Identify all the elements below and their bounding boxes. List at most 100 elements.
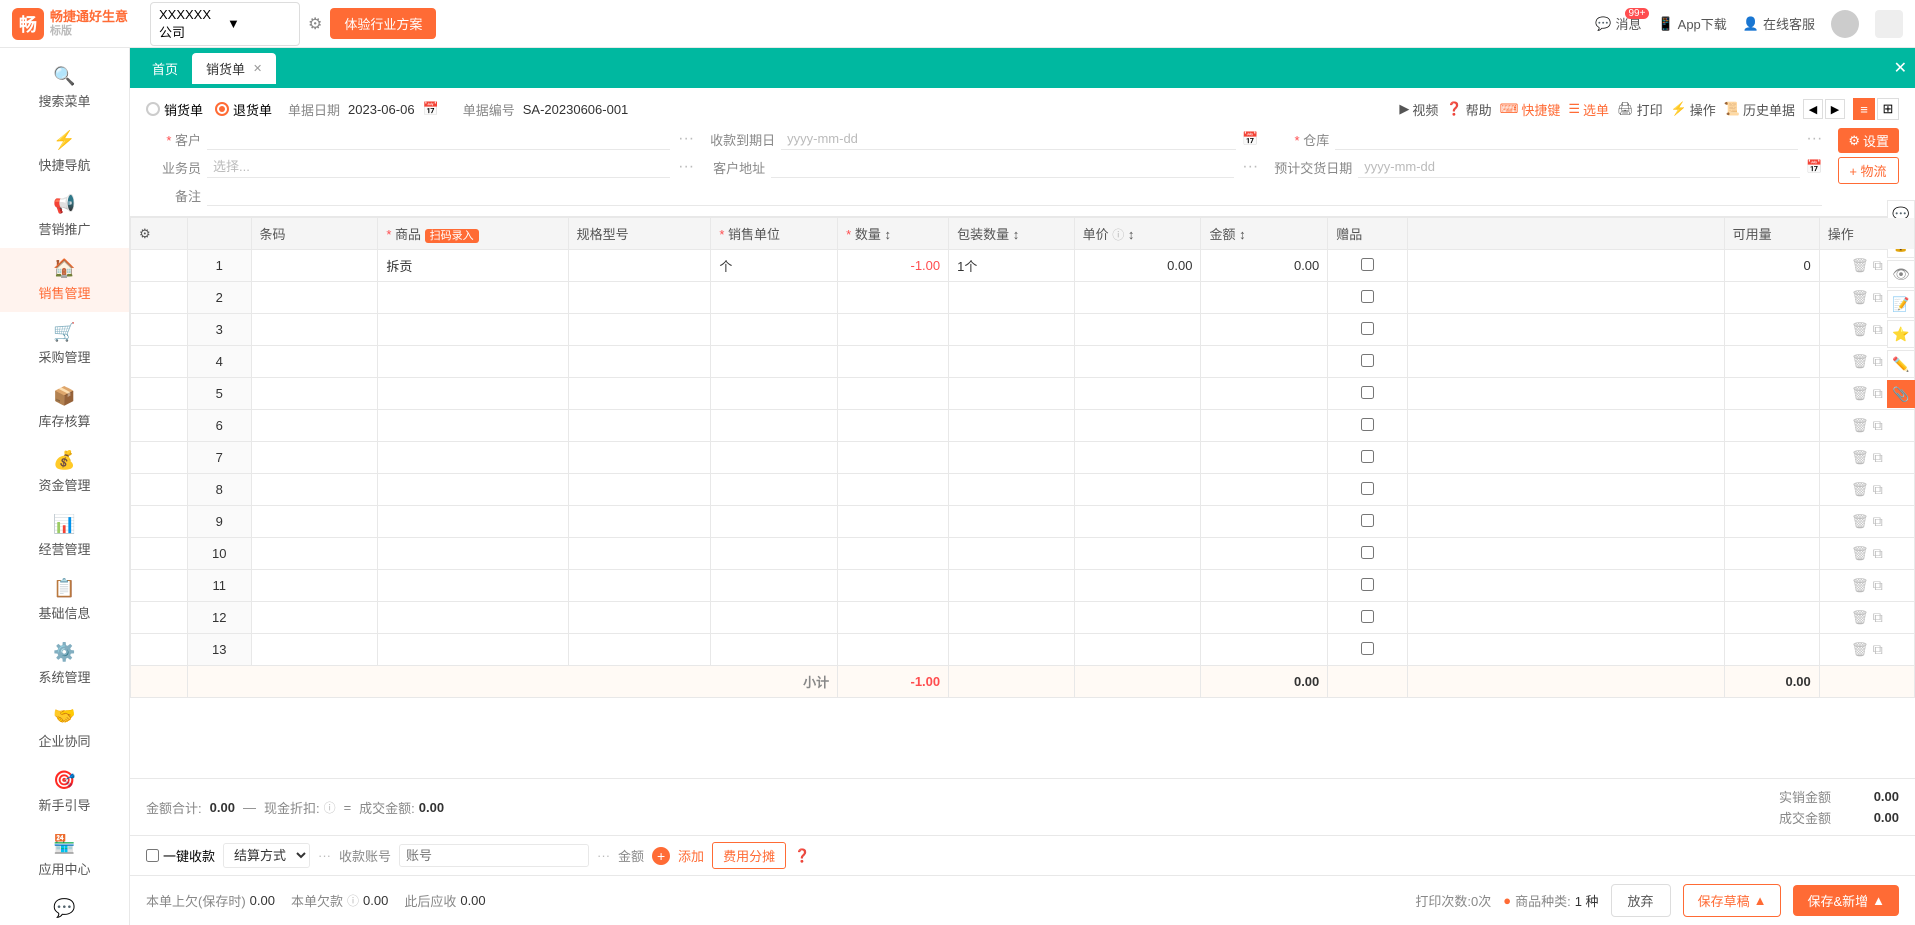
- scan-button[interactable]: 扫码录入: [425, 229, 479, 243]
- gift-checkbox[interactable]: [1361, 386, 1374, 399]
- float-btn-star[interactable]: ⭐: [1887, 320, 1915, 348]
- radio-sales[interactable]: 销货单: [146, 100, 203, 119]
- copy-icon[interactable]: ⧉: [1873, 513, 1883, 530]
- gift-checkbox[interactable]: [1361, 418, 1374, 431]
- radio-return[interactable]: 退货单: [215, 100, 272, 119]
- warehouse-input[interactable]: 建材仓: [1335, 128, 1798, 150]
- delete-icon[interactable]: 🗑: [1851, 417, 1869, 434]
- copy-icon[interactable]: ⧉: [1873, 385, 1883, 402]
- customer-address-input[interactable]: [771, 156, 1234, 178]
- toolbar-history[interactable]: 📜 历史单据: [1724, 100, 1795, 119]
- sidebar-item-operation[interactable]: 📊 经营管理: [0, 504, 129, 568]
- sidebar-item-appstore[interactable]: 🏪 应用中心: [0, 824, 129, 888]
- tab-close-icon[interactable]: ✕: [253, 62, 262, 75]
- calendar-icon-delivery[interactable]: 📅: [1806, 159, 1822, 175]
- toolbar-print[interactable]: 🖨 打印: [1617, 100, 1663, 119]
- sort-icon-pack[interactable]: ↕: [1013, 227, 1020, 242]
- sidebar-item-search[interactable]: 🔍 搜索菜单: [0, 56, 129, 120]
- sidebar-item-sales[interactable]: 🏠 销售管理: [0, 248, 129, 312]
- sidebar-item-purchase[interactable]: 🛒 采购管理: [0, 312, 129, 376]
- delete-icon[interactable]: 🗑: [1851, 577, 1869, 594]
- copy-icon[interactable]: ⧉: [1873, 609, 1883, 626]
- delete-icon-1[interactable]: 🗑: [1851, 257, 1869, 274]
- tab-home[interactable]: 首页: [138, 53, 192, 84]
- toolbar-select[interactable]: ☰ 选单: [1568, 100, 1609, 119]
- view-list-btn[interactable]: ≡: [1853, 98, 1875, 120]
- save-new-button[interactable]: 保存&新增 ▲: [1793, 885, 1899, 916]
- float-btn-edit[interactable]: ✏️: [1887, 350, 1915, 378]
- setting-button[interactable]: ⚙ 设置: [1838, 128, 1899, 153]
- sidebar-item-inventory[interactable]: 📦 库存核算: [0, 376, 129, 440]
- copy-icon[interactable]: ⧉: [1873, 449, 1883, 466]
- delete-icon[interactable]: 🗑: [1851, 641, 1869, 658]
- due-date-input[interactable]: [781, 128, 1236, 150]
- gift-checkbox[interactable]: [1361, 290, 1374, 303]
- sidebar-item-system[interactable]: ⚙️ 系统管理: [0, 632, 129, 696]
- salesperson-input[interactable]: [207, 156, 670, 178]
- row-price-1[interactable]: 0.00: [1074, 250, 1201, 282]
- message-item[interactable]: 💬 消息 99+: [1595, 14, 1641, 33]
- copy-icon[interactable]: ⧉: [1873, 353, 1883, 370]
- quick-pay-label[interactable]: 一键收款: [146, 846, 215, 865]
- row-desc-1[interactable]: [1407, 250, 1724, 282]
- tab-sales-order[interactable]: 销货单 ✕: [192, 53, 276, 84]
- expected-delivery-input[interactable]: [1358, 156, 1800, 178]
- payment-method-select[interactable]: 结算方式: [223, 843, 310, 868]
- toolbar-video[interactable]: ▶ 视频: [1399, 100, 1438, 119]
- delete-icon[interactable]: 🗑: [1851, 321, 1869, 338]
- copy-icon[interactable]: ⧉: [1873, 321, 1883, 338]
- toolbar-help[interactable]: ❓ 帮助: [1446, 100, 1491, 119]
- toolbar-shortcut[interactable]: ⌨ 快捷键: [1500, 100, 1561, 119]
- delete-icon[interactable]: 🗑: [1851, 609, 1869, 626]
- float-btn-note[interactable]: 📝: [1887, 290, 1915, 318]
- warehouse-dots[interactable]: ···: [1806, 130, 1822, 148]
- sidebar-item-basic[interactable]: 📋 基础信息: [0, 568, 129, 632]
- copy-icon-1[interactable]: ⧉: [1873, 257, 1883, 274]
- quick-pay-checkbox[interactable]: [146, 849, 159, 862]
- sidebar-item-wechat[interactable]: 💬 企业微信: [0, 888, 129, 925]
- copy-icon[interactable]: ⧉: [1873, 481, 1883, 498]
- copy-icon[interactable]: ⧉: [1873, 545, 1883, 562]
- copy-icon[interactable]: ⧉: [1873, 577, 1883, 594]
- add-payment-button[interactable]: +: [652, 847, 670, 865]
- customer-dots[interactable]: ···: [678, 130, 694, 148]
- row-amount-1[interactable]: 0.00: [1201, 250, 1328, 282]
- table-settings-icon[interactable]: ⚙: [139, 226, 151, 241]
- delete-icon[interactable]: 🗑: [1851, 385, 1869, 402]
- delete-icon[interactable]: 🗑: [1851, 289, 1869, 306]
- gift-checkbox[interactable]: [1361, 514, 1374, 527]
- sort-icon-qty[interactable]: ↕: [884, 227, 891, 242]
- arrears-info-icon[interactable]: ⓘ: [347, 892, 359, 909]
- gift-checkbox[interactable]: [1361, 546, 1374, 559]
- row-pack-1[interactable]: 1个: [949, 250, 1074, 282]
- company-selector[interactable]: XXXXXX公司 ▼: [150, 2, 300, 46]
- logistics-button[interactable]: + 物流: [1838, 157, 1899, 184]
- row-gift-1[interactable]: [1328, 250, 1407, 282]
- address-dots[interactable]: ···: [1242, 158, 1258, 176]
- row-qty-1[interactable]: -1.00: [838, 250, 949, 282]
- calendar-icon-due[interactable]: 📅: [1242, 131, 1258, 147]
- copy-icon[interactable]: ⧉: [1873, 417, 1883, 434]
- customer-input[interactable]: [207, 128, 670, 150]
- gift-checkbox[interactable]: [1361, 642, 1374, 655]
- sort-icon-amount[interactable]: ↕: [1239, 227, 1246, 242]
- tab-close-all[interactable]: ✕: [1894, 58, 1907, 78]
- float-btn-eye[interactable]: 👁: [1887, 260, 1915, 288]
- gift-checkbox[interactable]: [1361, 354, 1374, 367]
- cash-discount-info-icon[interactable]: ⓘ: [324, 799, 336, 816]
- row-goods-1[interactable]: 拆贡: [378, 250, 568, 282]
- copy-icon[interactable]: ⧉: [1873, 641, 1883, 658]
- sidebar-item-shortcut[interactable]: ⚡ 快捷导航: [0, 120, 129, 184]
- sidebar-item-marketing[interactable]: 📢 营销推广: [0, 184, 129, 248]
- sidebar-item-finance[interactable]: 💰 资金管理: [0, 440, 129, 504]
- row-spec-1[interactable]: [568, 250, 711, 282]
- delete-icon[interactable]: 🗑: [1851, 449, 1869, 466]
- view-grid-btn[interactable]: ⊞: [1877, 98, 1899, 120]
- payment-account-dots[interactable]: ···: [597, 848, 610, 863]
- gift-checkbox[interactable]: [1361, 450, 1374, 463]
- row-barcode-1[interactable]: [251, 250, 378, 282]
- salesperson-dots[interactable]: ···: [678, 158, 694, 176]
- notes-input[interactable]: [207, 184, 1822, 206]
- price-info-icon[interactable]: ⓘ: [1112, 228, 1124, 242]
- abandon-button[interactable]: 放弃: [1611, 884, 1671, 917]
